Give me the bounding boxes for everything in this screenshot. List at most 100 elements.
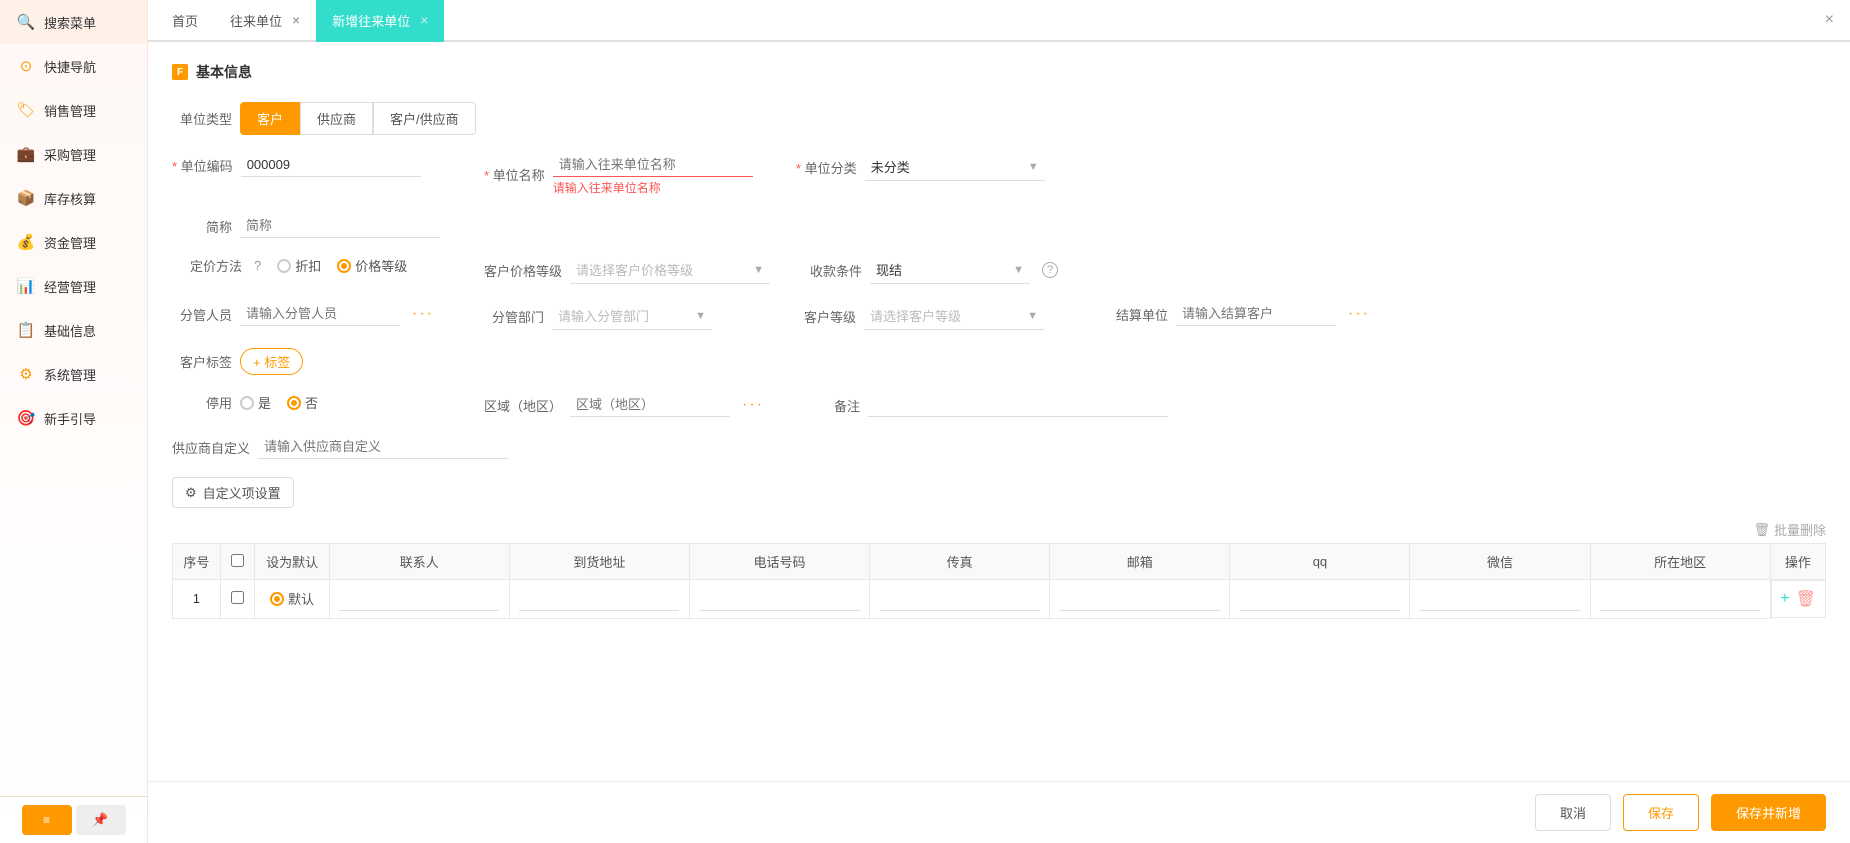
sidebar-item-inventory-label: 库存核算: [44, 189, 96, 208]
pricing-radio-group: 折扣 价格等级: [277, 256, 407, 275]
unit-category-select[interactable]: 未分类 ▼: [865, 153, 1045, 181]
type-btn-both[interactable]: 客户/供应商: [373, 102, 476, 135]
pricing-help-icon[interactable]: ?: [254, 258, 261, 273]
abbr-input[interactable]: [240, 214, 440, 238]
remark-label: 备注: [800, 396, 860, 415]
tab-new-partner[interactable]: 新增往来单位 ×: [316, 0, 444, 42]
sidebar-item-search[interactable]: 🔍 搜索菜单: [0, 0, 147, 44]
row-checkbox: [220, 580, 255, 619]
tab-partners-label: 往来单位: [230, 11, 282, 30]
save-button[interactable]: 保存: [1623, 794, 1699, 831]
sidebar-item-finance[interactable]: 💰 资金管理: [0, 220, 147, 264]
tab-bar-close-btn[interactable]: ×: [1817, 7, 1842, 33]
region-more-btn[interactable]: ···: [738, 396, 768, 414]
supplier-custom-field: 供应商自定义: [172, 435, 508, 459]
manager-input[interactable]: [240, 302, 400, 326]
guide-icon: 🎯: [16, 408, 36, 428]
customer-price-level-chevron: ▼: [753, 264, 764, 276]
disabled-radio-no[interactable]: 否: [287, 393, 318, 412]
payment-terms-help-icon[interactable]: ?: [1042, 262, 1058, 278]
bottom-bar: 取消 保存 保存并新增: [148, 781, 1850, 843]
customer-tag-add-btn[interactable]: + 标签: [240, 348, 303, 375]
type-btn-supplier[interactable]: 供应商: [300, 102, 373, 135]
settlement-unit-field: 结算单位 ···: [1108, 302, 1388, 326]
tab-new-partner-close[interactable]: ×: [420, 12, 428, 28]
cancel-button[interactable]: 取消: [1535, 794, 1611, 831]
remark-input[interactable]: [868, 393, 1168, 417]
region-input[interactable]: [570, 393, 730, 417]
pricing-radio-discount[interactable]: 折扣: [277, 256, 321, 275]
row-default-radio[interactable]: 默认: [263, 589, 320, 608]
tab-partners-close[interactable]: ×: [292, 12, 300, 28]
unit-name-input[interactable]: [553, 153, 753, 177]
settlement-unit-input[interactable]: [1176, 302, 1336, 326]
sidebar-item-sales-label: 销售管理: [44, 101, 96, 120]
department-select[interactable]: 请输入分管部门 ▼: [552, 302, 712, 330]
sidebar-extra-btn[interactable]: 📌: [76, 805, 126, 835]
row-email-input[interactable]: [1060, 587, 1220, 611]
sidebar-item-basic[interactable]: 📋 基础信息: [0, 308, 147, 352]
row-qq-input[interactable]: [1240, 587, 1400, 611]
custom-settings-label: 自定义项设置: [203, 483, 281, 502]
customer-level-select[interactable]: 请选择客户等级 ▼: [864, 302, 1044, 330]
sidebar: 🔍 搜索菜单 ⊙ 快捷导航 🏷 销售管理 💼 采购管理 📦 库存核算 💰 资金管…: [0, 0, 148, 843]
pricing-radio-level[interactable]: 价格等级: [337, 256, 407, 275]
manager-more-btn[interactable]: ···: [408, 305, 438, 323]
pricing-method-field: 定价方法 ? 折扣 价格等级: [172, 256, 452, 275]
row-region-input[interactable]: [1600, 587, 1760, 611]
row-wechat-input[interactable]: [1420, 587, 1580, 611]
payment-terms-chevron: ▼: [1013, 264, 1024, 276]
system-icon: ⚙: [16, 364, 36, 384]
select-all-checkbox[interactable]: [231, 554, 244, 567]
sidebar-item-inventory[interactable]: 📦 库存核算: [0, 176, 147, 220]
row-contact-input[interactable]: [339, 587, 499, 611]
customer-price-level-select[interactable]: 请选择客户价格等级 ▼: [570, 256, 770, 284]
row-wechat: [1410, 580, 1590, 619]
col-fax: 传真: [870, 544, 1050, 580]
type-btn-customer[interactable]: 客户: [240, 102, 300, 135]
row-fax-input[interactable]: [880, 587, 1040, 611]
sidebar-item-quicknav[interactable]: ⊙ 快捷导航: [0, 44, 147, 88]
unit-code-label: 单位编码: [172, 156, 233, 175]
col-phone: 电话号码: [689, 544, 869, 580]
row-region: [1590, 580, 1770, 619]
sidebar-item-system[interactable]: ⚙ 系统管理: [0, 352, 147, 396]
settlement-unit-more-btn[interactable]: ···: [1344, 305, 1374, 323]
department-label: 分管部门: [484, 307, 544, 326]
sidebar-item-sales[interactable]: 🏷 销售管理: [0, 88, 147, 132]
row-address-input[interactable]: [519, 587, 679, 611]
row-add-btn[interactable]: +: [1780, 590, 1789, 608]
unit-type-label: 单位类型: [172, 109, 232, 128]
payment-terms-select[interactable]: 现结 ▼: [870, 256, 1030, 284]
save-and-new-button[interactable]: 保存并新增: [1711, 794, 1826, 831]
sidebar-collapse-btn[interactable]: ≡: [22, 805, 72, 835]
sidebar-item-operations[interactable]: 📊 经营管理: [0, 264, 147, 308]
customer-level-field: 客户等级 请选择客户等级 ▼: [796, 302, 1076, 330]
department-placeholder: 请输入分管部门: [558, 306, 649, 325]
sidebar-item-purchase[interactable]: 💼 采购管理: [0, 132, 147, 176]
section-icon: F: [172, 64, 188, 80]
tab-home[interactable]: 首页: [156, 0, 214, 42]
sidebar-item-guide[interactable]: 🎯 新手引导: [0, 396, 147, 440]
unit-type-row: 单位类型 客户 供应商 客户/供应商: [172, 102, 1826, 135]
sidebar-item-guide-label: 新手引导: [44, 409, 96, 428]
pricing-row: 定价方法 ? 折扣 价格等级 客户价格等级 请选择客户价格等级: [172, 256, 1826, 284]
payment-terms-label: 收款条件: [802, 261, 862, 280]
row-phone-input[interactable]: [700, 587, 860, 611]
disabled-radio-yes[interactable]: 是: [240, 393, 271, 412]
disabled-radio-group: 是 否: [240, 393, 318, 412]
disabled-field: 停用 是 否: [172, 393, 452, 412]
supplier-custom-label: 供应商自定义: [172, 438, 250, 457]
batch-delete-btn[interactable]: 批量删除: [1774, 520, 1826, 539]
supplier-custom-input[interactable]: [258, 435, 508, 459]
tab-partners[interactable]: 往来单位 ×: [214, 0, 316, 42]
row-delete-btn[interactable]: 🗑: [1796, 589, 1816, 609]
col-wechat: 微信: [1410, 544, 1590, 580]
customer-price-level-label: 客户价格等级: [484, 261, 562, 280]
disabled-row: 停用 是 否 区域（地区） ··· 备注: [172, 393, 1826, 417]
custom-settings-btn[interactable]: ⚙ 自定义项设置: [172, 477, 294, 508]
manager-field: 分管人员 ···: [172, 302, 452, 326]
unit-code-input[interactable]: [241, 153, 421, 177]
supplier-custom-row: 供应商自定义: [172, 435, 1826, 459]
row-select-checkbox[interactable]: [231, 591, 244, 604]
